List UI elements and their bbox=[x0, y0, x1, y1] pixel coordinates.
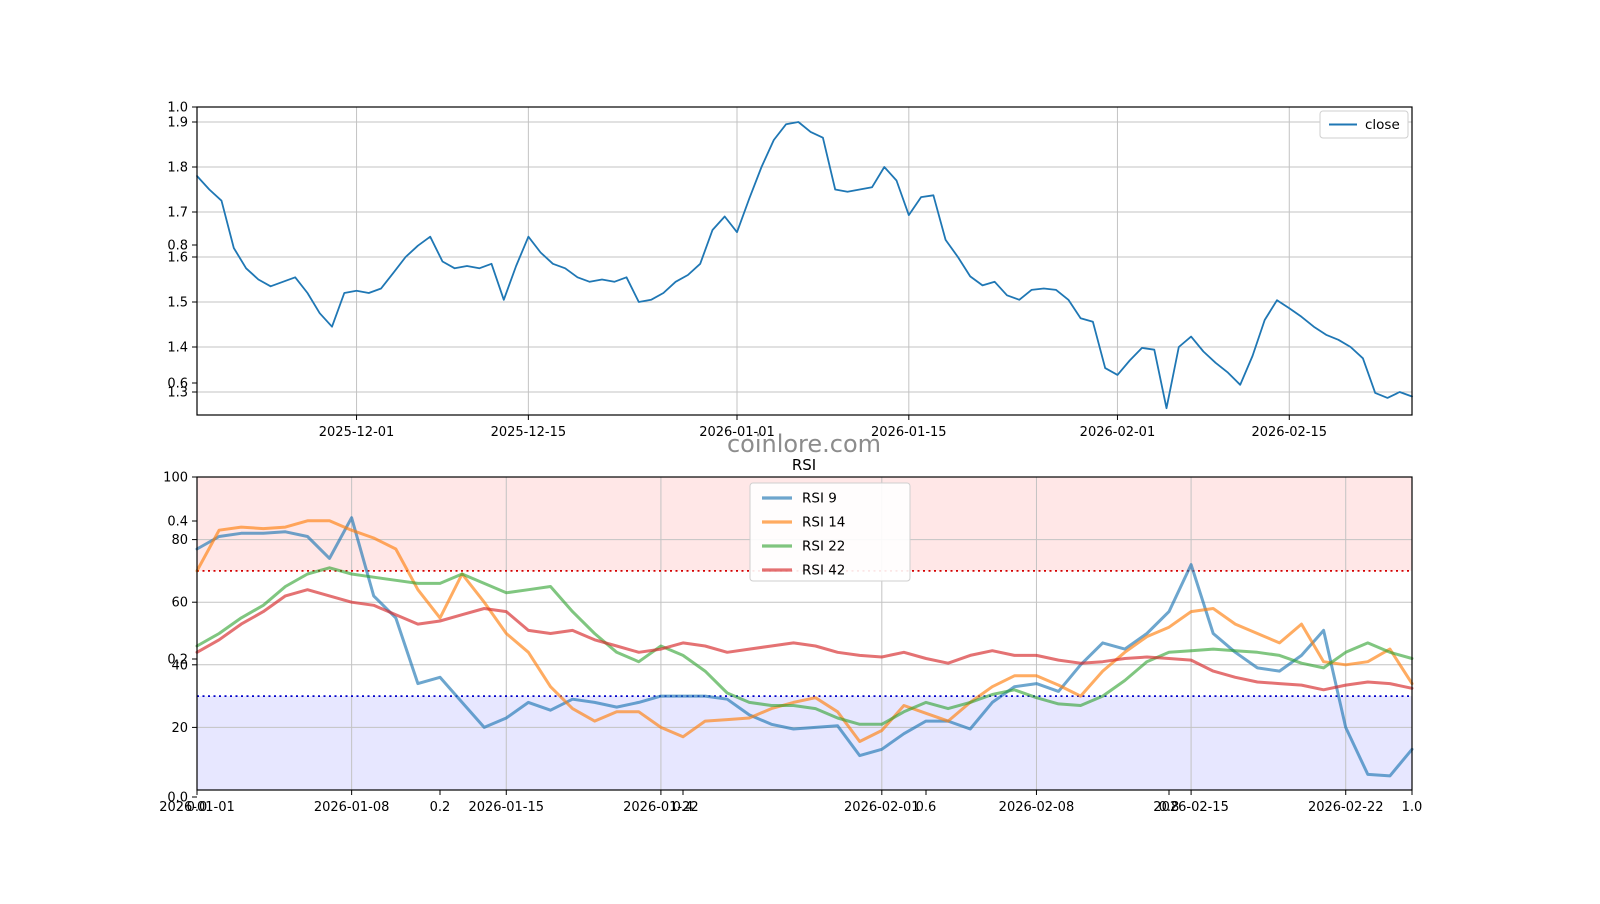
price-y-tick-label: 1.9 bbox=[167, 116, 188, 131]
figure-x-tick-label: 0.0 bbox=[187, 800, 208, 815]
plot-border bbox=[196, 106, 1413, 416]
price-x-tick-label: 2026-02-15 bbox=[1251, 425, 1327, 440]
close-legend-label: close bbox=[1365, 117, 1400, 133]
figure-x-tick-label: 0.2 bbox=[430, 800, 451, 815]
price-y-tick-label: 1.7 bbox=[167, 206, 188, 221]
figure-canvas: 2025-12-01 2025-12-15 2026-01-01 2026-01-15… bbox=[159, 101, 1423, 816]
price-y-tick-label: 1.8 bbox=[167, 161, 188, 176]
figure-y-tick-label: 0.4 bbox=[167, 515, 188, 530]
figure-x-tick-label: 1.0 bbox=[1402, 800, 1423, 815]
rsi-y-tick-label: 80 bbox=[171, 533, 188, 548]
price-x-tick-label: 2026-02-01 bbox=[1080, 425, 1156, 440]
price-x-tick-label: 2025-12-01 bbox=[319, 425, 395, 440]
rsi-x-tick-label: 2026-01-15 bbox=[468, 800, 544, 815]
rsi-legend-label: RSI 22 bbox=[802, 539, 845, 555]
rsi-42-line bbox=[195, 588, 1414, 692]
oversold-band bbox=[197, 696, 1412, 790]
rsi-x-tick-label: 2026-02-22 bbox=[1308, 800, 1384, 815]
figure-y-tick-label: 0.2 bbox=[167, 653, 188, 668]
price-x-tick-label: 2026-01-15 bbox=[871, 425, 947, 440]
rsi-legend-label: RSI 9 bbox=[802, 491, 837, 507]
rsi-title: RSI bbox=[792, 456, 816, 474]
rsi-y-tick-label: 100 bbox=[163, 471, 188, 486]
price-chart: 2025-12-01 2025-12-15 2026-01-01 2026-01-15… bbox=[167, 106, 1413, 440]
figure-y-tick-label: 0.6 bbox=[167, 377, 188, 392]
rsi-legend-label: RSI 42 bbox=[802, 563, 845, 579]
rsi-y-tick-label: 20 bbox=[171, 721, 188, 736]
rsi-chart: 2026-01-01 2026-01-08 2026-01-15 2026-01-22… bbox=[159, 471, 1414, 815]
rsi-x-tick-label: 2026-02-08 bbox=[999, 800, 1075, 815]
figure-x-tick-label: 0.6 bbox=[916, 800, 937, 815]
rsi-legend-label: RSI 14 bbox=[802, 515, 845, 531]
rsi-x-tick-label: 2026-02-01 bbox=[844, 800, 920, 815]
watermark: coinlore.com bbox=[727, 430, 881, 458]
rsi-x-tick-label: 2026-01-08 bbox=[314, 800, 390, 815]
price-y-tick-label: 1.4 bbox=[167, 341, 188, 356]
figure-x-tick-label: 0.8 bbox=[1159, 800, 1180, 815]
figure-y-tick-label: 1.0 bbox=[167, 101, 188, 116]
figure-x-tick-label: 0.4 bbox=[673, 800, 694, 815]
price-legend: close bbox=[1319, 110, 1409, 139]
chart-figure: 2025-12-01 2025-12-15 2026-01-01 2026-01-15… bbox=[0, 0, 1600, 900]
rsi-legend: RSI 9 RSI 14 RSI 22 RSI 42 bbox=[749, 482, 911, 582]
price-x-tick-label: 2025-12-15 bbox=[491, 425, 567, 440]
price-y-tick-label: 1.5 bbox=[167, 296, 188, 311]
figure-y-tick-label: 0.0 bbox=[167, 791, 188, 806]
figure-y-tick-label: 0.8 bbox=[167, 239, 188, 254]
close-line bbox=[196, 121, 1413, 410]
rsi-y-tick-label: 60 bbox=[171, 596, 188, 611]
